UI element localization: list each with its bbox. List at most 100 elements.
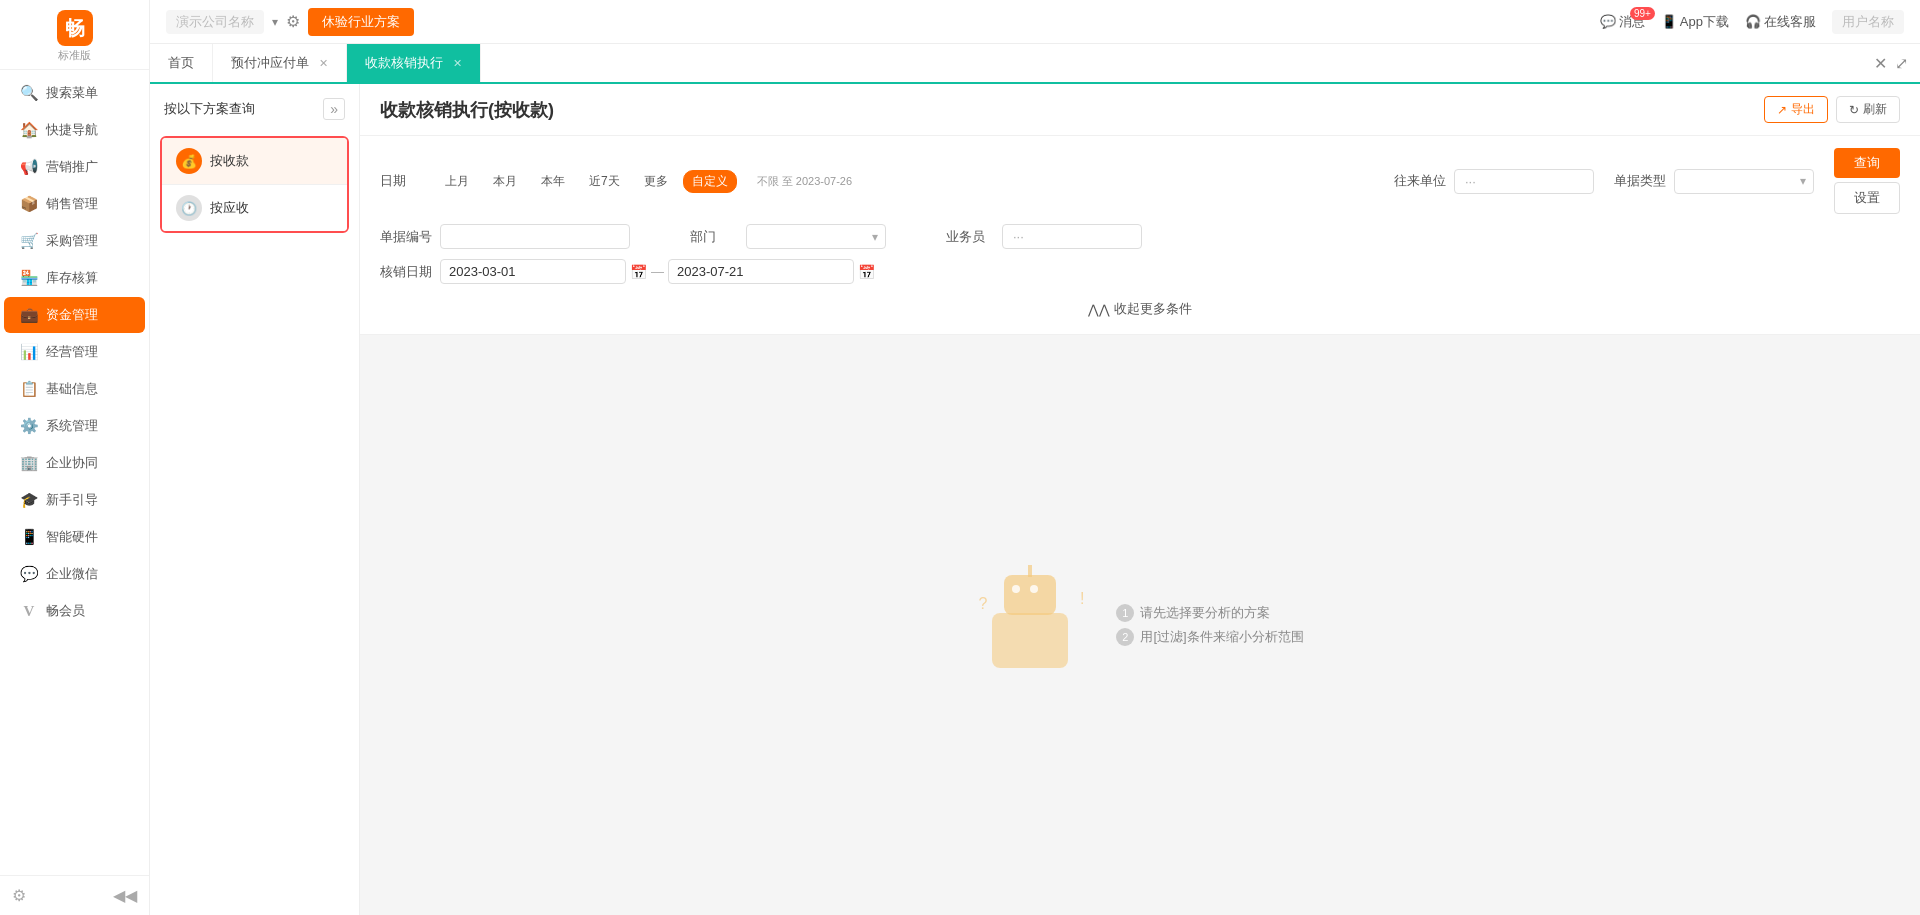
basic-icon: 📋 [20,380,38,398]
message-icon: 💬 [1600,14,1616,29]
sidebar: 畅 标准版 🔍 搜索菜单 🏠 快捷导航 📢 营销推广 📦 销售管理 🛒 采购管理… [0,0,150,915]
filter-row-3: 核销日期 📅 — 📅 [380,259,1900,284]
sidebar-item-finance[interactable]: 💼 资金管理 [4,297,145,333]
query-button[interactable]: 查询 [1834,148,1900,178]
prepay-tab-close-icon[interactable]: ✕ [319,57,328,70]
sidebar-item-marketing[interactable]: 📢 营销推广 [4,149,145,185]
hardware-icon: 📱 [20,528,38,546]
department-select[interactable] [746,224,886,249]
operations-icon: 📊 [20,343,38,361]
sidebar-item-label: 畅会员 [46,602,85,620]
date-quick-options: 上月 本月 本年 近7天 更多 自定义 [436,170,737,193]
sidebar-item-label: 搜索菜单 [46,84,98,102]
date-tag-last-month[interactable]: 上月 [436,170,478,193]
setting-button[interactable]: 设置 [1834,182,1900,214]
tip-number-2: 2 [1116,628,1134,646]
system-icon: ⚙️ [20,417,38,435]
department-filter-item: 部门 [690,224,886,249]
tab-prepay[interactable]: 预付冲应付单 ✕ [213,44,347,82]
app-download-label: App下载 [1680,13,1729,31]
sidebar-item-sales[interactable]: 📦 销售管理 [4,186,145,222]
app-download-button[interactable]: 📱 App下载 [1661,13,1729,31]
sidebar-item-purchase[interactable]: 🛒 采购管理 [4,223,145,259]
filter-option-by-payable[interactable]: 🕐 按应收 [162,185,347,231]
counterparty-picker-button[interactable]: ··· [1454,169,1594,194]
date-filter-item: 日期 上月 本月 本年 近7天 更多 自定义 [380,170,737,193]
purchase-icon: 🛒 [20,232,38,250]
sidebar-item-enterprise[interactable]: 🏢 企业协同 [4,445,145,481]
export-icon: ↗ [1777,103,1787,117]
message-button[interactable]: 💬 消息 99+ [1600,13,1645,31]
online-service-button[interactable]: 🎧 在线客服 [1745,13,1816,31]
close-window-icon[interactable]: ✕ [1874,54,1887,73]
sidebar-item-basic[interactable]: 📋 基础信息 [4,371,145,407]
sidebar-item-quicknav[interactable]: 🏠 快捷导航 [4,112,145,148]
settings-bottom-icon[interactable]: ⚙ [12,886,26,905]
sidebar-item-label: 经营管理 [46,343,98,361]
filter-options-box: 💰 按收款 🕐 按应收 [160,136,349,233]
chevron-down-icon[interactable]: ▾ [272,15,278,29]
verification-date-start-input[interactable] [440,259,626,284]
tab-home[interactable]: 首页 [150,44,213,82]
sidebar-item-guide[interactable]: 🎓 新手引导 [4,482,145,518]
filter-row-1: 日期 上月 本月 本年 近7天 更多 自定义 不限 至 2023-07-26 [380,148,1900,214]
tabbar-spacer [481,44,1862,82]
tab-collection[interactable]: 收款核销执行 ✕ [347,44,481,82]
doc-type-select[interactable] [1674,169,1814,194]
topbar-right: 💬 消息 99+ 📱 App下载 🎧 在线客服 用户名称 [1600,10,1904,34]
verification-date-end-input[interactable] [668,259,854,284]
sidebar-item-search[interactable]: 🔍 搜索菜单 [4,75,145,111]
verification-end-calendar-icon[interactable]: 📅 [858,264,875,280]
collapse-left-panel-button[interactable]: » [323,98,345,120]
date-filter-label: 日期 [380,172,428,190]
sidebar-item-system[interactable]: ⚙️ 系统管理 [4,408,145,444]
date-tag-custom[interactable]: 自定义 [683,170,737,193]
verification-date-filter-item: 核销日期 📅 — 📅 [380,259,875,284]
sidebar-item-operations[interactable]: 📊 经营管理 [4,334,145,370]
sales-icon: 📦 [20,195,38,213]
sidebar-item-wechat[interactable]: 💬 企业微信 [4,556,145,592]
tip-text-1: 请先选择要分析的方案 [1140,604,1270,622]
tip-text-2: 用[过滤]条件来缩小分析范围 [1140,628,1303,646]
tip-number-1: 1 [1116,604,1134,622]
sidebar-item-inventory[interactable]: 🏪 库存核算 [4,260,145,296]
collapse-sidebar-icon[interactable]: ◀◀ [113,886,137,905]
page-title-row: 收款核销执行(按收款) ↗ 导出 ↻ 刷新 [380,96,1900,123]
doc-number-input[interactable] [440,224,630,249]
doc-type-filter-item: 单据类型 [1614,169,1814,194]
topbar-gear-icon[interactable]: ⚙ [286,12,300,31]
collapse-conditions-button[interactable]: ⋀⋀ 收起更多条件 [1088,300,1192,318]
app-edition-label: 标准版 [58,48,91,63]
robot-head [1004,575,1056,615]
guide-icon: 🎓 [20,491,38,509]
empty-state: ? ! 1 请先选择要分析的方案 2 用[过滤]条件来缩小分析范围 [360,335,1920,915]
doc-type-select-wrapper [1674,169,1814,194]
sidebar-item-label: 营销推广 [46,158,98,176]
refresh-button[interactable]: ↻ 刷新 [1836,96,1900,123]
service-icon: 🎧 [1745,14,1761,29]
sidebar-item-label: 企业微信 [46,565,98,583]
sidebar-item-hardware[interactable]: 📱 智能硬件 [4,519,145,555]
date-tag-7days[interactable]: 近7天 [580,170,629,193]
sidebar-item-member[interactable]: V 畅会员 [4,593,145,629]
home-icon: 🏠 [20,121,38,139]
robot-antenna [1028,565,1032,577]
user-account[interactable]: 用户名称 [1832,10,1904,34]
sidebar-item-label: 销售管理 [46,195,98,213]
industry-solution-button[interactable]: 休验行业方案 [308,8,414,36]
collapse-up-icon: ⋀⋀ [1088,302,1110,317]
sidebar-item-label: 企业协同 [46,454,98,472]
collection-tab-close-icon[interactable]: ✕ [453,57,462,70]
sidebar-item-label: 系统管理 [46,417,98,435]
salesperson-picker-button[interactable]: ··· [1002,224,1142,249]
date-tag-this-year[interactable]: 本年 [532,170,574,193]
date-tag-this-month[interactable]: 本月 [484,170,526,193]
message-badge: 99+ [1630,7,1655,20]
maximize-icon[interactable]: ⤢ [1895,54,1908,73]
export-button[interactable]: ↗ 导出 [1764,96,1828,123]
date-tag-more[interactable]: 更多 [635,170,677,193]
robot-body [992,613,1068,668]
verification-start-calendar-icon[interactable]: 📅 [630,264,647,280]
sidebar-item-label: 库存核算 [46,269,98,287]
filter-option-by-receipt[interactable]: 💰 按收款 [162,138,347,184]
